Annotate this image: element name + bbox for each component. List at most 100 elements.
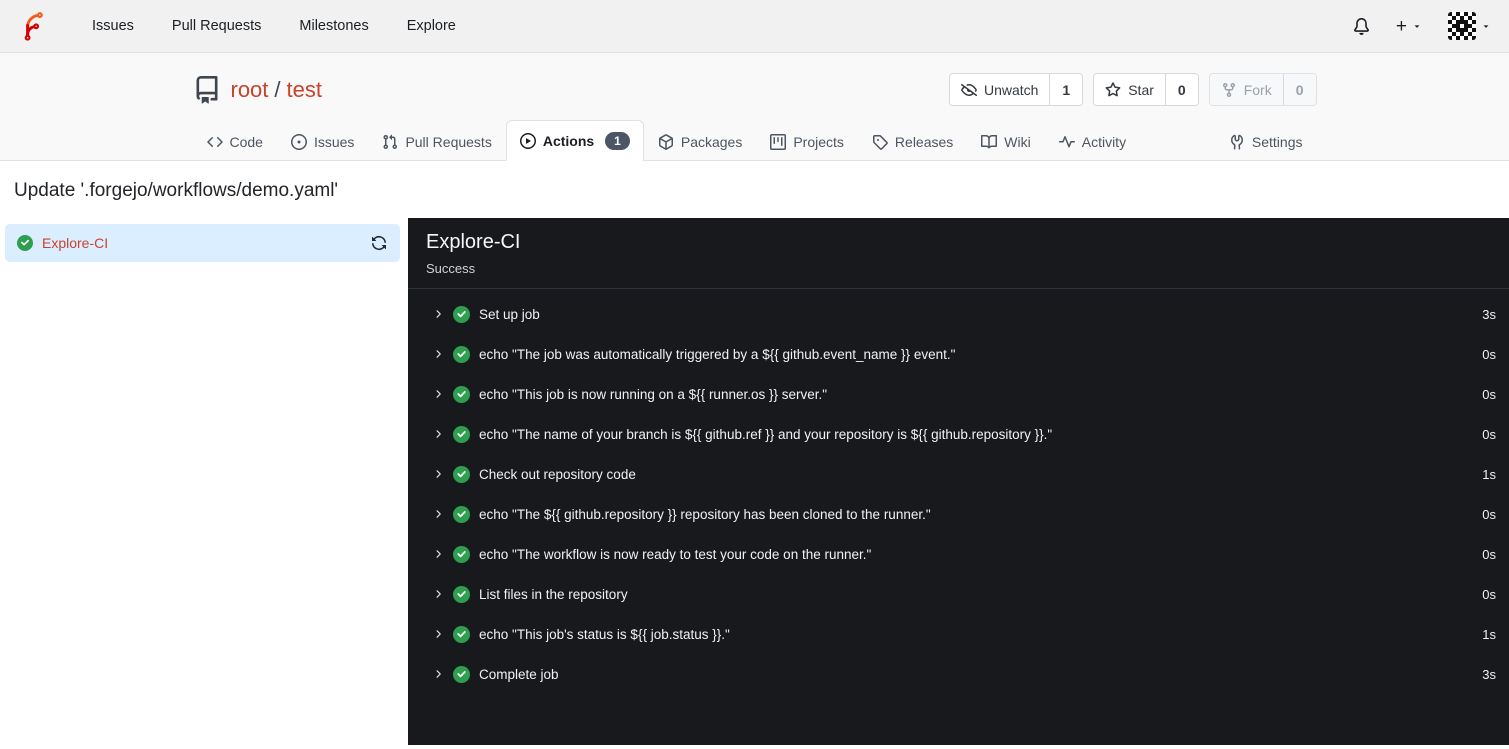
- repo-book-icon: [193, 75, 221, 104]
- project-icon: [770, 134, 787, 150]
- check-circle-icon: [453, 425, 470, 443]
- repo-tabs: Code Issues Pull Requests Actions 1 Pack…: [193, 120, 1317, 161]
- tab-activity[interactable]: Activity: [1045, 122, 1140, 161]
- tab-releases[interactable]: Releases: [858, 122, 967, 161]
- step-name: List files in the repository: [479, 586, 628, 602]
- step-row[interactable]: Set up job 3s: [408, 294, 1509, 334]
- tab-label: Activity: [1081, 134, 1127, 150]
- log-header: Explore-CI Success: [408, 218, 1509, 289]
- check-circle-icon: [453, 305, 470, 323]
- pulse-icon: [1058, 136, 1075, 148]
- fork-button: Fork: [1209, 74, 1283, 105]
- tag-icon: [872, 135, 888, 150]
- nav-item-milestones[interactable]: Milestones: [299, 18, 368, 34]
- step-row[interactable]: echo "The job was automatically triggere…: [408, 334, 1509, 374]
- step-row[interactable]: echo "The workflow is now ready to test …: [408, 534, 1509, 574]
- chevron-right-icon: [432, 468, 444, 480]
- rerun-sync-icon[interactable]: [371, 235, 387, 251]
- tab-wiki[interactable]: Wiki: [967, 122, 1044, 161]
- chevron-right-icon: [432, 508, 444, 520]
- star-icon: [1105, 81, 1121, 96]
- check-circle-icon: [17, 235, 33, 251]
- nav-item-pull-requests[interactable]: Pull Requests: [172, 18, 261, 34]
- step-row[interactable]: List files in the repository 0s: [408, 574, 1509, 614]
- tab-settings[interactable]: Settings: [1215, 122, 1317, 161]
- step-duration: 0s: [1482, 426, 1496, 442]
- unwatch-button-group: Unwatch 1: [948, 73, 1084, 106]
- tab-issues[interactable]: Issues: [277, 122, 368, 161]
- tab-label: Packages: [680, 134, 743, 150]
- step-row[interactable]: Check out repository code 1s: [408, 454, 1509, 494]
- job-item-explore-ci[interactable]: Explore-CI: [5, 224, 400, 262]
- check-circle-icon: [453, 345, 470, 363]
- forgejo-logo-icon[interactable]: [18, 10, 50, 42]
- check-circle-icon: [453, 465, 470, 483]
- step-row[interactable]: echo "This job is now running on a ${{ r…: [408, 374, 1509, 414]
- user-avatar: [1448, 12, 1476, 40]
- package-icon: [658, 134, 673, 150]
- chevron-right-icon: [432, 548, 444, 560]
- repo-action-buttons: Unwatch 1 Star 0 Fork 0: [948, 73, 1317, 106]
- star-button[interactable]: Star: [1094, 74, 1165, 105]
- tab-label: Wiki: [1004, 134, 1031, 150]
- step-row[interactable]: Complete job 3s: [408, 654, 1509, 694]
- steps-list: Set up job 3s echo "The job was automati…: [408, 289, 1509, 694]
- tab-label: Issues: [313, 134, 355, 150]
- check-circle-icon: [453, 545, 470, 563]
- log-job-name: Explore-CI: [426, 231, 521, 253]
- caret-down-icon: [1414, 25, 1420, 28]
- repo-title-row: root / test Unwatch 1 Star 0 Fork 0: [193, 53, 1317, 106]
- unwatch-button[interactable]: Unwatch: [949, 74, 1050, 105]
- user-menu[interactable]: [1448, 12, 1491, 40]
- tab-label: Actions: [542, 133, 595, 149]
- pull-request-icon: [383, 134, 398, 150]
- run-content: Explore-CI Explore-CI Success Set up job…: [0, 218, 1509, 745]
- code-icon: [206, 136, 223, 148]
- notifications-bell-icon[interactable]: [1353, 17, 1370, 35]
- chevron-right-icon: [432, 428, 444, 440]
- repo-owner-link[interactable]: root: [231, 77, 269, 103]
- tab-code[interactable]: Code: [193, 122, 277, 161]
- repo-title: root / test: [231, 77, 323, 103]
- step-duration: 0s: [1482, 506, 1496, 522]
- watchers-count[interactable]: 1: [1049, 74, 1083, 105]
- tab-projects[interactable]: Projects: [756, 122, 858, 161]
- step-name: echo "The workflow is now ready to test …: [479, 546, 872, 562]
- tab-label: Code: [229, 134, 263, 150]
- repo-header: root / test Unwatch 1 Star 0 Fork 0 Code…: [0, 53, 1509, 161]
- plus-icon: +: [1395, 15, 1407, 37]
- nav-item-issues[interactable]: Issues: [92, 18, 134, 34]
- step-row[interactable]: echo "The name of your branch is ${{ git…: [408, 414, 1509, 454]
- step-name: echo "The name of your branch is ${{ git…: [479, 426, 1053, 442]
- fork-button-group: Fork 0: [1208, 73, 1317, 106]
- step-row[interactable]: echo "The ${{ github.repository }} repos…: [408, 494, 1509, 534]
- navbar-right: +: [1353, 12, 1491, 40]
- tab-pull-requests[interactable]: Pull Requests: [368, 122, 505, 161]
- star-button-group: Star 0: [1093, 73, 1199, 106]
- step-name: Check out repository code: [479, 466, 636, 482]
- top-navbar: Issues Pull Requests Milestones Explore …: [0, 0, 1509, 53]
- caret-down-icon: [1483, 25, 1489, 28]
- step-duration: 3s: [1482, 666, 1496, 682]
- step-duration: 0s: [1482, 346, 1496, 362]
- step-row[interactable]: echo "This job's status is ${{ job.statu…: [408, 614, 1509, 654]
- chevron-right-icon: [432, 388, 444, 400]
- tab-label: Projects: [793, 134, 844, 150]
- tab-packages[interactable]: Packages: [644, 122, 756, 161]
- check-circle-icon: [453, 385, 470, 403]
- tab-label: Settings: [1251, 134, 1303, 150]
- forks-count: 0: [1282, 74, 1316, 105]
- check-circle-icon: [453, 505, 470, 523]
- log-job-status: Success: [426, 261, 476, 276]
- step-duration: 0s: [1482, 386, 1496, 402]
- page: Issues Pull Requests Milestones Explore …: [0, 0, 1509, 749]
- create-new-menu[interactable]: +: [1396, 17, 1422, 36]
- repo-name-link[interactable]: test: [287, 77, 322, 103]
- step-name: echo "This job's status is ${{ job.statu…: [479, 626, 730, 642]
- chevron-right-icon: [432, 628, 444, 640]
- actions-count-badge: 1: [605, 132, 630, 150]
- tab-actions[interactable]: Actions 1: [505, 120, 644, 161]
- stars-count[interactable]: 0: [1164, 74, 1198, 105]
- eye-closed-icon: [960, 83, 977, 96]
- nav-item-explore[interactable]: Explore: [407, 18, 456, 34]
